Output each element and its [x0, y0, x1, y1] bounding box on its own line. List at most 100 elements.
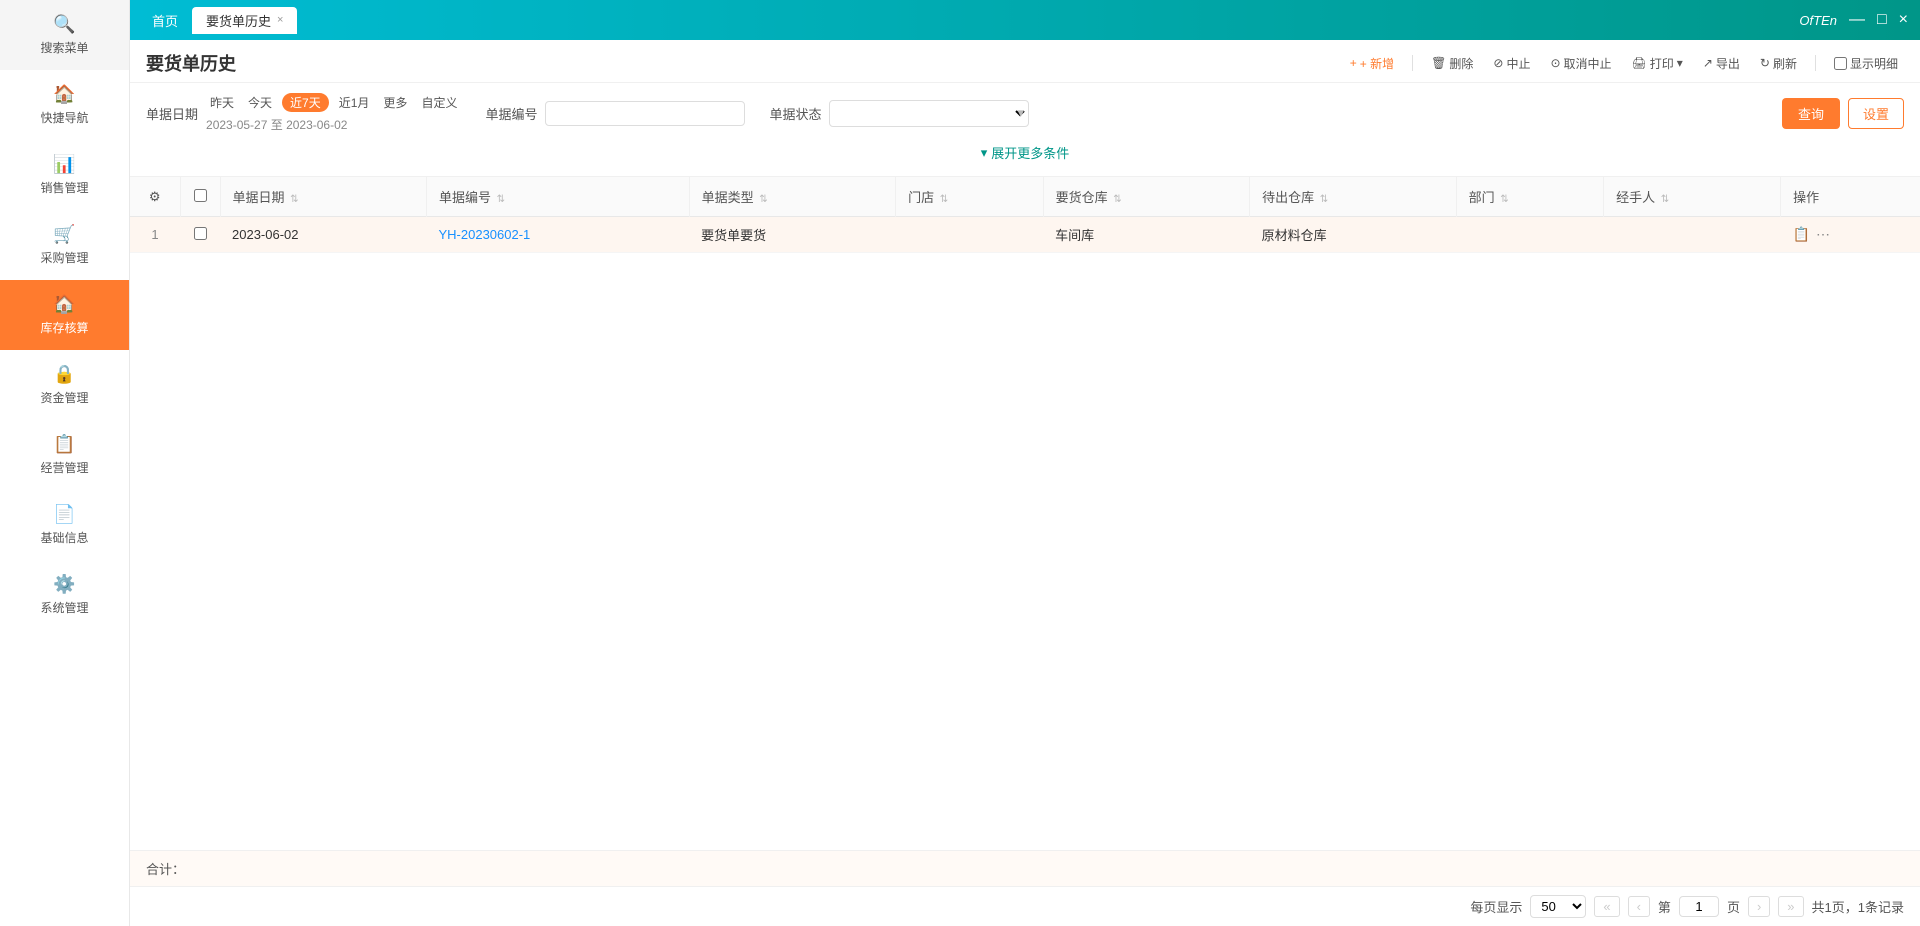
th-bill-no[interactable]: 单据编号 ⇅	[426, 177, 689, 217]
bill-status-filter-group: 单据状态 ▾	[769, 100, 1024, 127]
th-store[interactable]: 门店 ⇅	[896, 177, 1044, 217]
settings-button[interactable]: 设置	[1848, 98, 1904, 129]
shortcut-more[interactable]: 更多	[379, 93, 411, 112]
th-department[interactable]: 部门 ⇅	[1456, 177, 1604, 217]
cancel-stop-button[interactable]: ⊙ 取消中止	[1544, 51, 1617, 76]
show-detail-checkbox[interactable]	[1834, 57, 1847, 70]
prev-page-button[interactable]: ‹	[1628, 896, 1650, 917]
bill-type-sort-icon: ⇅	[759, 194, 767, 205]
table-row[interactable]: 1 2023-06-02 YH-20230602-1 要货单要货 车间库 原材料…	[130, 217, 1920, 253]
date-range-display: 2023-05-27 至 2023-06-02	[206, 116, 461, 133]
date-filter-group: 单据日期 昨天 今天 近7天 近1月 更多 自定义 2023-05-27 至 2…	[146, 93, 461, 133]
sys-icon: ⚙️	[53, 574, 75, 595]
row-select-checkbox[interactable]	[194, 227, 207, 240]
total-label: 合计：	[146, 859, 185, 878]
sidebar-item-base-info[interactable]: 📄 基础信息	[0, 490, 129, 560]
row-req-warehouse: 车间库	[1043, 217, 1249, 253]
row-checkbox[interactable]	[180, 217, 220, 253]
row-handler	[1604, 217, 1781, 253]
brand-label: OfTEn	[1799, 13, 1837, 28]
stop-icon: ⊘	[1493, 56, 1503, 70]
new-button[interactable]: + + 新增	[1344, 51, 1400, 76]
stop-button[interactable]: ⊘ 中止	[1487, 51, 1536, 76]
edit-action-icon[interactable]: ⋯	[1816, 226, 1830, 243]
purchase-icon: 🛒	[53, 224, 75, 245]
bill-no-label: 单据编号	[485, 104, 537, 123]
bill-status-select[interactable]	[829, 100, 1029, 127]
store-sort-icon: ⇅	[940, 194, 948, 205]
per-page-select[interactable]: 50 20 100 200	[1530, 895, 1586, 918]
th-bill-no-label: 单据编号	[439, 190, 491, 205]
filter-row-2: ▾ 展开更多条件	[146, 139, 1904, 166]
maximize-button[interactable]: □	[1877, 11, 1887, 29]
export-button[interactable]: ↗ 导出	[1697, 51, 1746, 76]
pagination-bar: 每页显示 50 20 100 200 « ‹ 第 页 › » 共1页，1条记录	[130, 886, 1920, 926]
inventory-icon: 🏠	[53, 294, 75, 315]
minimize-button[interactable]: —	[1849, 11, 1865, 29]
show-detail-button[interactable]: 显示明细	[1828, 51, 1904, 76]
sidebar-item-finance-mgmt[interactable]: 🔒 资金管理	[0, 350, 129, 420]
sidebar-item-sales-mgmt[interactable]: 📊 销售管理	[0, 140, 129, 210]
row-department	[1456, 217, 1604, 253]
th-date[interactable]: 单据日期 ⇅	[220, 177, 426, 217]
th-req-warehouse[interactable]: 要货仓库 ⇅	[1043, 177, 1249, 217]
shortcut-1month[interactable]: 近1月	[335, 93, 374, 112]
department-sort-icon: ⇅	[1500, 194, 1508, 205]
main-area: 首页 要货单历史 × OfTEn — □ × 要货单历史 + + 新增 🗑	[130, 0, 1920, 926]
th-bill-type[interactable]: 单据类型 ⇅	[689, 177, 895, 217]
sidebar-item-ops-mgmt[interactable]: 📋 经营管理	[0, 420, 129, 490]
expand-filter-button[interactable]: ▾ 展开更多条件	[973, 139, 1078, 166]
page-header: 要货单历史 + + 新增 🗑 删除 ⊘ 中止 ⊙ 取消中止	[130, 40, 1920, 83]
row-bill-type: 要货单要货	[689, 217, 895, 253]
sidebar-item-quick-nav[interactable]: 🏠 快捷导航	[0, 70, 129, 140]
print-icon: 🖨	[1632, 56, 1647, 70]
bill-status-label: 单据状态	[769, 104, 821, 123]
table-header: ⚙ 单据日期 ⇅ 单据编号 ⇅ 单据类型	[130, 177, 1920, 217]
shortcut-7days[interactable]: 近7天	[282, 93, 329, 112]
bill-no-input[interactable]	[545, 101, 745, 126]
row-store	[896, 217, 1044, 253]
toolbar: + + 新增 🗑 删除 ⊘ 中止 ⊙ 取消中止 🖨 打	[1344, 51, 1904, 76]
action-buttons: 查询 设置	[1782, 98, 1904, 129]
next-page-button[interactable]: ›	[1748, 896, 1770, 917]
sales-icon: 📊	[53, 154, 75, 175]
print-button[interactable]: 🖨 打印 ▾	[1626, 51, 1689, 76]
th-pending-warehouse[interactable]: 待出仓库 ⇅	[1250, 177, 1456, 217]
data-table: ⚙ 单据日期 ⇅ 单据编号 ⇅ 单据类型	[130, 177, 1920, 253]
cancel-stop-icon: ⊙	[1550, 56, 1560, 70]
window-close-button[interactable]: ×	[1899, 11, 1908, 29]
new-icon: +	[1350, 56, 1357, 70]
date-sort-icon: ⇅	[290, 194, 298, 205]
shortcut-today[interactable]: 今天	[244, 93, 276, 112]
query-button[interactable]: 查询	[1782, 98, 1840, 129]
shortcut-custom[interactable]: 自定义	[417, 93, 461, 112]
th-checkbox[interactable]	[180, 177, 220, 217]
topbar-right: OfTEn — □ ×	[1799, 11, 1908, 29]
sidebar-item-inventory[interactable]: 🏠 库存核算	[0, 280, 129, 350]
page-number-input[interactable]	[1679, 896, 1719, 917]
th-req-warehouse-label: 要货仓库	[1056, 190, 1108, 205]
th-bill-type-label: 单据类型	[702, 190, 754, 205]
date-shortcuts: 昨天 今天 近7天 近1月 更多 自定义	[206, 93, 461, 112]
th-settings[interactable]: ⚙	[130, 177, 180, 217]
delete-button[interactable]: 🗑 删除	[1425, 51, 1479, 76]
refresh-button[interactable]: ↻ 刷新	[1754, 51, 1803, 76]
first-page-button[interactable]: «	[1594, 896, 1619, 917]
row-pending-warehouse: 原材料仓库	[1250, 217, 1456, 253]
active-tab[interactable]: 要货单历史 ×	[192, 7, 297, 34]
row-num: 1	[130, 217, 180, 253]
refresh-icon: ↻	[1760, 56, 1770, 70]
select-all-checkbox[interactable]	[194, 189, 207, 202]
th-handler[interactable]: 经手人 ⇅	[1604, 177, 1781, 217]
view-action-icon[interactable]: 📋	[1793, 226, 1810, 243]
base-info-icon: 📄	[53, 504, 75, 525]
sidebar-item-purchase-mgmt[interactable]: 🛒 采购管理	[0, 210, 129, 280]
tab-close-icon[interactable]: ×	[277, 14, 283, 26]
last-page-button[interactable]: »	[1778, 896, 1803, 917]
sidebar-item-search-menu[interactable]: 🔍 搜索菜单	[0, 0, 129, 70]
home-tab[interactable]: 首页	[142, 7, 188, 34]
print-dropdown-icon: ▾	[1677, 56, 1683, 70]
shortcut-yesterday[interactable]: 昨天	[206, 93, 238, 112]
bill-no-link[interactable]: YH-20230602-1	[438, 227, 530, 242]
sidebar-item-sys-mgmt[interactable]: ⚙️ 系统管理	[0, 560, 129, 630]
